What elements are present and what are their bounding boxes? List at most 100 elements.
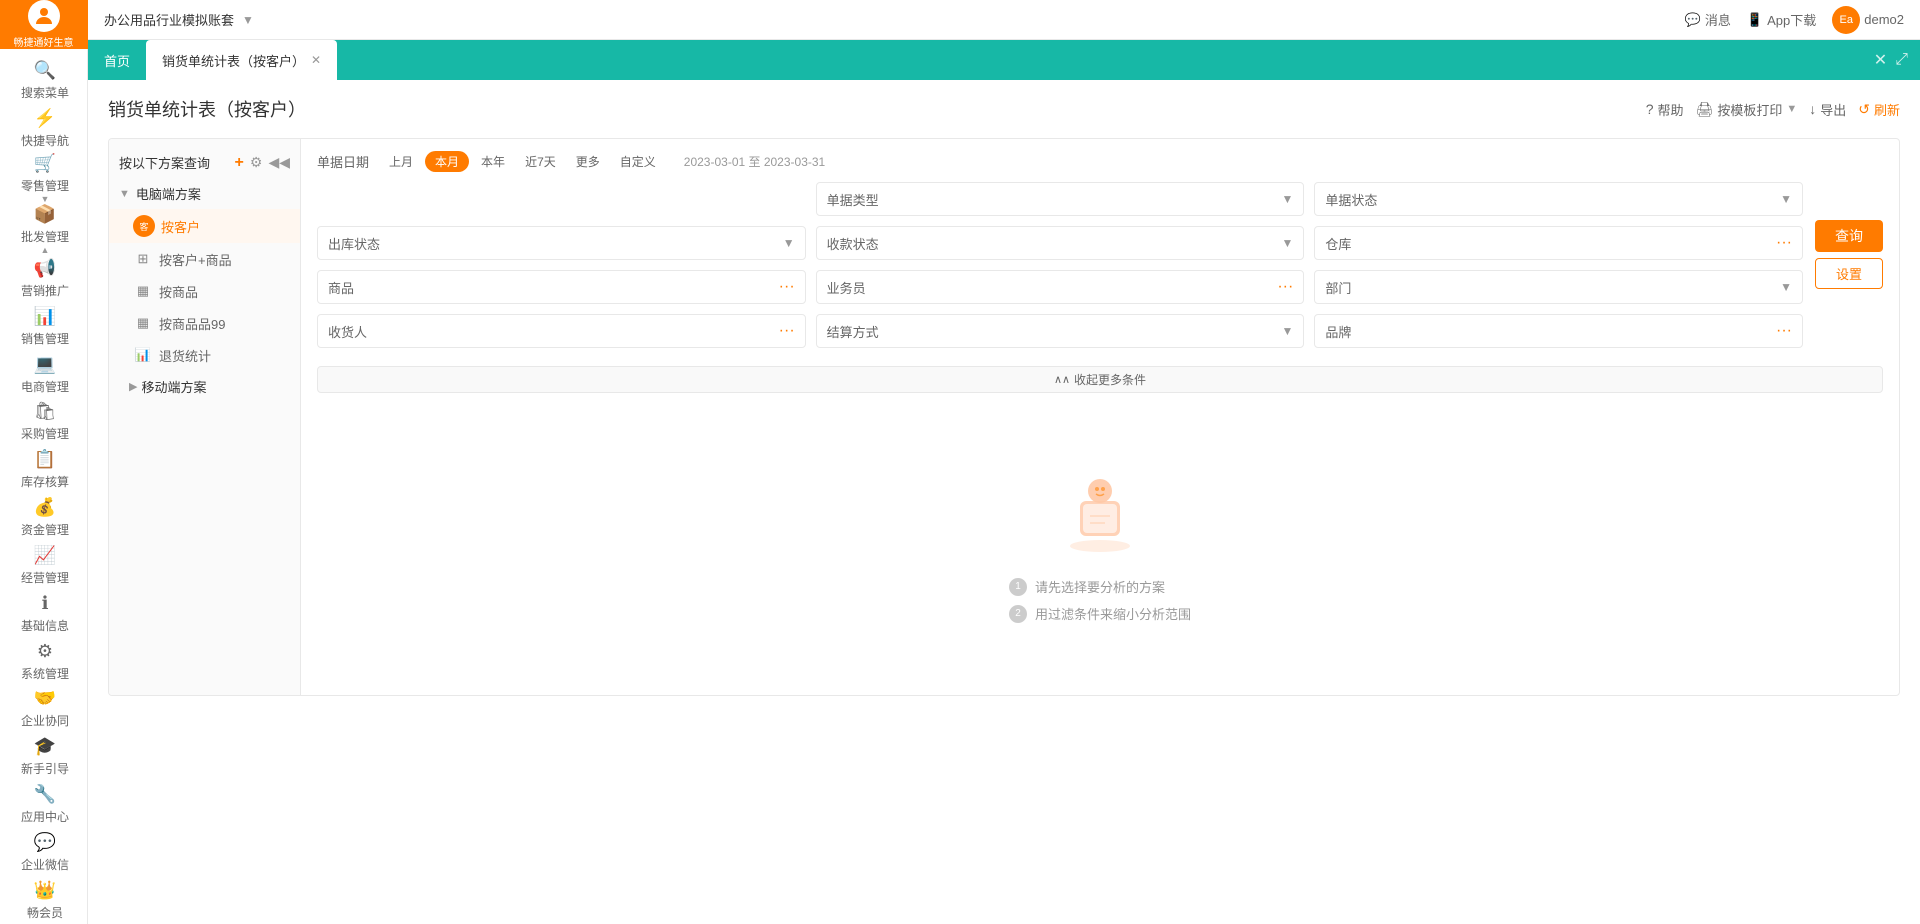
settings-button[interactable]: 设置: [1815, 258, 1883, 289]
payment-method-dropdown[interactable]: ▼: [881, 324, 1294, 338]
sidebar-item-search[interactable]: 🔍 搜索菜单: [0, 57, 88, 105]
by-product-99-label: 按商品品99: [159, 314, 225, 333]
collapse-up-icon: ∧∧: [1054, 373, 1070, 386]
scheme-by-product-99[interactable]: ▦ 按商品品99: [109, 307, 300, 339]
user-menu[interactable]: Ea demo2: [1832, 6, 1904, 34]
sidebar-item-inventory[interactable]: 📋 库存核算: [0, 446, 88, 494]
collapse-panel-icon[interactable]: ◀◀: [268, 154, 290, 171]
message-button[interactable]: 💬 消息: [1685, 10, 1731, 29]
help-button[interactable]: ? 帮助: [1646, 100, 1684, 119]
sidebar: 畅捷通好生意 🔍 搜索菜单 ⚡ 快捷导航 🛒 零售管理 ▼ 📦 批发管理 ▲ 📢…: [0, 0, 88, 924]
sidebar-item-retail[interactable]: 🛒 零售管理 ▼: [0, 153, 88, 204]
add-scheme-button[interactable]: +: [235, 154, 244, 172]
filter-order-status[interactable]: 单据状态 ▼: [1314, 182, 1803, 216]
sidebar-item-basic[interactable]: ℹ 基础信息: [0, 589, 88, 637]
order-status-dropdown[interactable]: ▼: [1379, 192, 1792, 206]
tab-home[interactable]: 首页: [88, 40, 146, 80]
filter-receipt-status[interactable]: 收款状态 ▼: [816, 226, 1305, 260]
settings-scheme-icon[interactable]: ⚙: [250, 154, 263, 171]
scheme-return-stats[interactable]: 📊 退货统计: [109, 339, 300, 371]
ecommerce-icon: 💻: [34, 354, 56, 375]
department-dropdown[interactable]: ▼: [1373, 280, 1792, 294]
date-tab-more[interactable]: 更多: [568, 151, 608, 172]
finance-icon: 💰: [34, 497, 56, 518]
product-dots-icon[interactable]: ···: [779, 278, 795, 296]
app-download-label: App下载: [1767, 10, 1816, 29]
dropdown-arrow-icon[interactable]: ▼: [242, 13, 254, 27]
date-filter-label: 单据日期: [317, 152, 369, 171]
filter-consignee[interactable]: 收货人 ···: [317, 314, 806, 348]
logo-text: 畅捷通好生意: [14, 34, 74, 49]
sidebar-item-finance[interactable]: 💰 资金管理: [0, 494, 88, 542]
refresh-button[interactable]: ↺ 刷新: [1858, 100, 1900, 119]
filter-salesperson[interactable]: 业务员 ···: [816, 270, 1305, 304]
date-tab-this-year[interactable]: 本年: [473, 151, 513, 172]
sidebar-item-newbie[interactable]: 🎓 新手引导: [0, 733, 88, 781]
consignee-label: 收货人: [328, 322, 368, 341]
date-tab-this-month[interactable]: 本月: [425, 151, 469, 172]
sidebar-item-enterprise[interactable]: 🤝 企业协同: [0, 685, 88, 733]
logo-icon: [28, 0, 60, 32]
scheme-by-product[interactable]: ▦ 按商品: [109, 275, 300, 307]
warehouse-dots-icon[interactable]: ···: [1776, 234, 1792, 252]
collapse-filters-bar[interactable]: ∧∧ 收起更多条件: [317, 366, 1883, 393]
sidebar-item-quick-nav[interactable]: ⚡ 快捷导航: [0, 105, 88, 153]
sidebar-item-ecommerce[interactable]: 💻 电商管理: [0, 350, 88, 398]
sidebar-item-member[interactable]: 👑 畅会员: [0, 876, 88, 924]
quick-nav-icon: ⚡: [34, 108, 56, 129]
date-tab-last-month[interactable]: 上月: [381, 151, 421, 172]
date-tabs: 上月 本月 本年 近7天 更多 自定义: [381, 151, 664, 172]
sidebar-item-label: 电商管理: [21, 378, 69, 395]
sidebar-logo[interactable]: 畅捷通好生意: [0, 0, 88, 49]
filter-department[interactable]: 部门 ▼: [1314, 270, 1803, 304]
page-title-text: 销货单统计表（按客户）: [108, 96, 306, 122]
date-tab-last-7-days[interactable]: 近7天: [517, 151, 564, 172]
purchase-icon: 🛍: [34, 401, 57, 422]
main-area: 办公用品行业模拟账套 ▼ 💬 消息 📱 App下载 Ea demo2 首页: [88, 0, 1920, 924]
sidebar-item-system[interactable]: ⚙ 系统管理: [0, 637, 88, 685]
order-status-arrow-icon: ▼: [1780, 192, 1792, 206]
sidebar-item-wholesale[interactable]: 📦 批发管理 ▲: [0, 204, 88, 255]
filter-brand[interactable]: 品牌 ···: [1314, 314, 1803, 348]
sidebar-item-label: 企业协同: [21, 712, 69, 729]
sidebar-item-label: 库存核算: [21, 473, 69, 490]
sidebar-item-operations[interactable]: 📈 经营管理: [0, 542, 88, 590]
delivery-status-dropdown[interactable]: ▼: [382, 236, 795, 250]
sidebar-item-appstore[interactable]: 🔧 应用中心: [0, 781, 88, 829]
account-selector[interactable]: 办公用品行业模拟账套: [104, 10, 234, 29]
sidebar-item-label: 营销推广: [21, 282, 69, 299]
print-dropdown-icon[interactable]: ▼: [1786, 103, 1797, 115]
filter-product[interactable]: 商品 ···: [317, 270, 806, 304]
order-type-dropdown[interactable]: ▼: [881, 192, 1294, 206]
department-arrow-icon: ▼: [1780, 280, 1792, 294]
date-tab-custom[interactable]: 自定义: [612, 151, 664, 172]
query-button[interactable]: 查询: [1815, 220, 1883, 252]
sidebar-item-sales[interactable]: 📊 销售管理: [0, 302, 88, 350]
sidebar-item-marketing[interactable]: 📢 营销推广: [0, 255, 88, 303]
filter-delivery-status[interactable]: 出库状态 ▼: [317, 226, 806, 260]
template-print-button[interactable]: 🖨 按模板打印 ▼: [1696, 100, 1798, 119]
help-icon: ?: [1646, 101, 1654, 117]
app-download-button[interactable]: 📱 App下载: [1747, 10, 1816, 29]
receipt-status-dropdown[interactable]: ▼: [881, 236, 1294, 250]
tab-sales-stats[interactable]: 销货单统计表（按客户） ✕: [146, 40, 337, 80]
fullscreen-icon[interactable]: ⤢: [1895, 51, 1908, 69]
by-customer-label: 按客户: [161, 217, 200, 236]
filter-payment-method[interactable]: 结算方式 ▼: [816, 314, 1305, 348]
scheme-by-customer[interactable]: 客 按客户: [109, 209, 300, 243]
tip-1-number: 1: [1009, 578, 1027, 596]
sidebar-item-wechat[interactable]: 💬 企业微信: [0, 828, 88, 876]
filter-order-type[interactable]: 单据类型 ▼: [816, 182, 1305, 216]
brand-dots-icon[interactable]: ···: [1776, 322, 1792, 340]
consignee-dots-icon[interactable]: ···: [779, 322, 795, 340]
scheme-by-customer-product[interactable]: ⊞ 按客户+商品: [109, 243, 300, 275]
desktop-group-header[interactable]: ▼ 电脑端方案: [109, 178, 300, 209]
mobile-group-header[interactable]: ▶ 移动端方案: [109, 371, 300, 402]
filter-warehouse[interactable]: 仓库 ···: [1314, 226, 1803, 260]
desktop-scheme-group: ▼ 电脑端方案 客 按客户 ⊞ 按客户+商品 ▦ 按商品: [109, 178, 300, 371]
tab-close-icon[interactable]: ✕: [311, 53, 321, 67]
sidebar-item-purchase[interactable]: 🛍 采购管理: [0, 398, 88, 446]
close-window-icon[interactable]: ✕: [1874, 50, 1887, 70]
salesperson-dots-icon[interactable]: ···: [1277, 278, 1293, 296]
export-button[interactable]: ↓ 导出: [1809, 100, 1846, 119]
